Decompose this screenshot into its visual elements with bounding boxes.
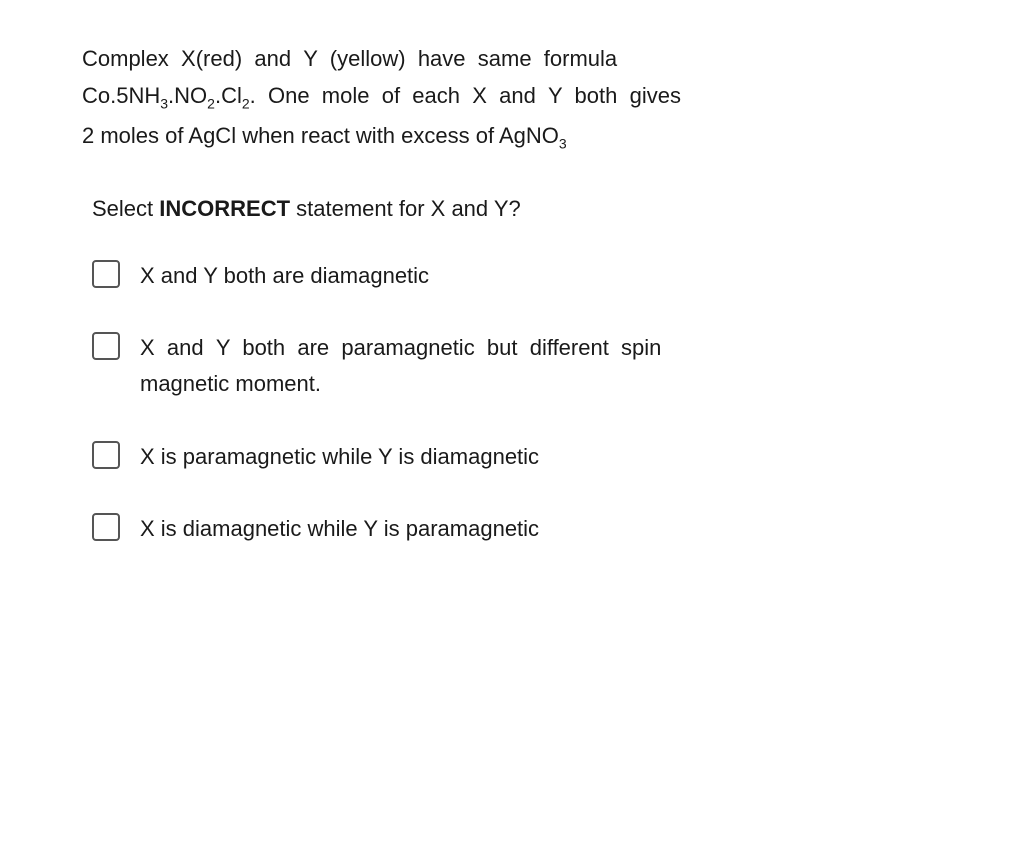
- checkbox-d[interactable]: [92, 513, 120, 541]
- question-bold: INCORRECT: [159, 196, 290, 221]
- option-d-label: X is diamagnetic while Y is paramagnetic: [140, 511, 539, 547]
- option-b-label: X and Y both are paramagnetic but differ…: [140, 330, 661, 403]
- question-suffix: statement for X and Y?: [290, 196, 521, 221]
- checkbox-b[interactable]: [92, 332, 120, 360]
- checkbox-c[interactable]: [92, 441, 120, 469]
- question-prefix: Select: [92, 196, 159, 221]
- options-list: X and Y both are diamagnetic X and Y bot…: [82, 258, 942, 547]
- question-text: Select INCORRECT statement for X and Y?: [82, 196, 942, 222]
- option-c-item: X is paramagnetic while Y is diamagnetic: [92, 439, 942, 475]
- option-a-item: X and Y both are diamagnetic: [92, 258, 942, 294]
- option-a-label: X and Y both are diamagnetic: [140, 258, 429, 294]
- option-c-label: X is paramagnetic while Y is diamagnetic: [140, 439, 539, 475]
- checkbox-a[interactable]: [92, 260, 120, 288]
- option-d-item: X is diamagnetic while Y is paramagnetic: [92, 511, 942, 547]
- option-b-item: X and Y both are paramagnetic but differ…: [92, 330, 942, 403]
- main-container: Complex X(red) and Y (yellow) have same …: [82, 40, 942, 547]
- problem-statement: Complex X(red) and Y (yellow) have same …: [82, 40, 942, 156]
